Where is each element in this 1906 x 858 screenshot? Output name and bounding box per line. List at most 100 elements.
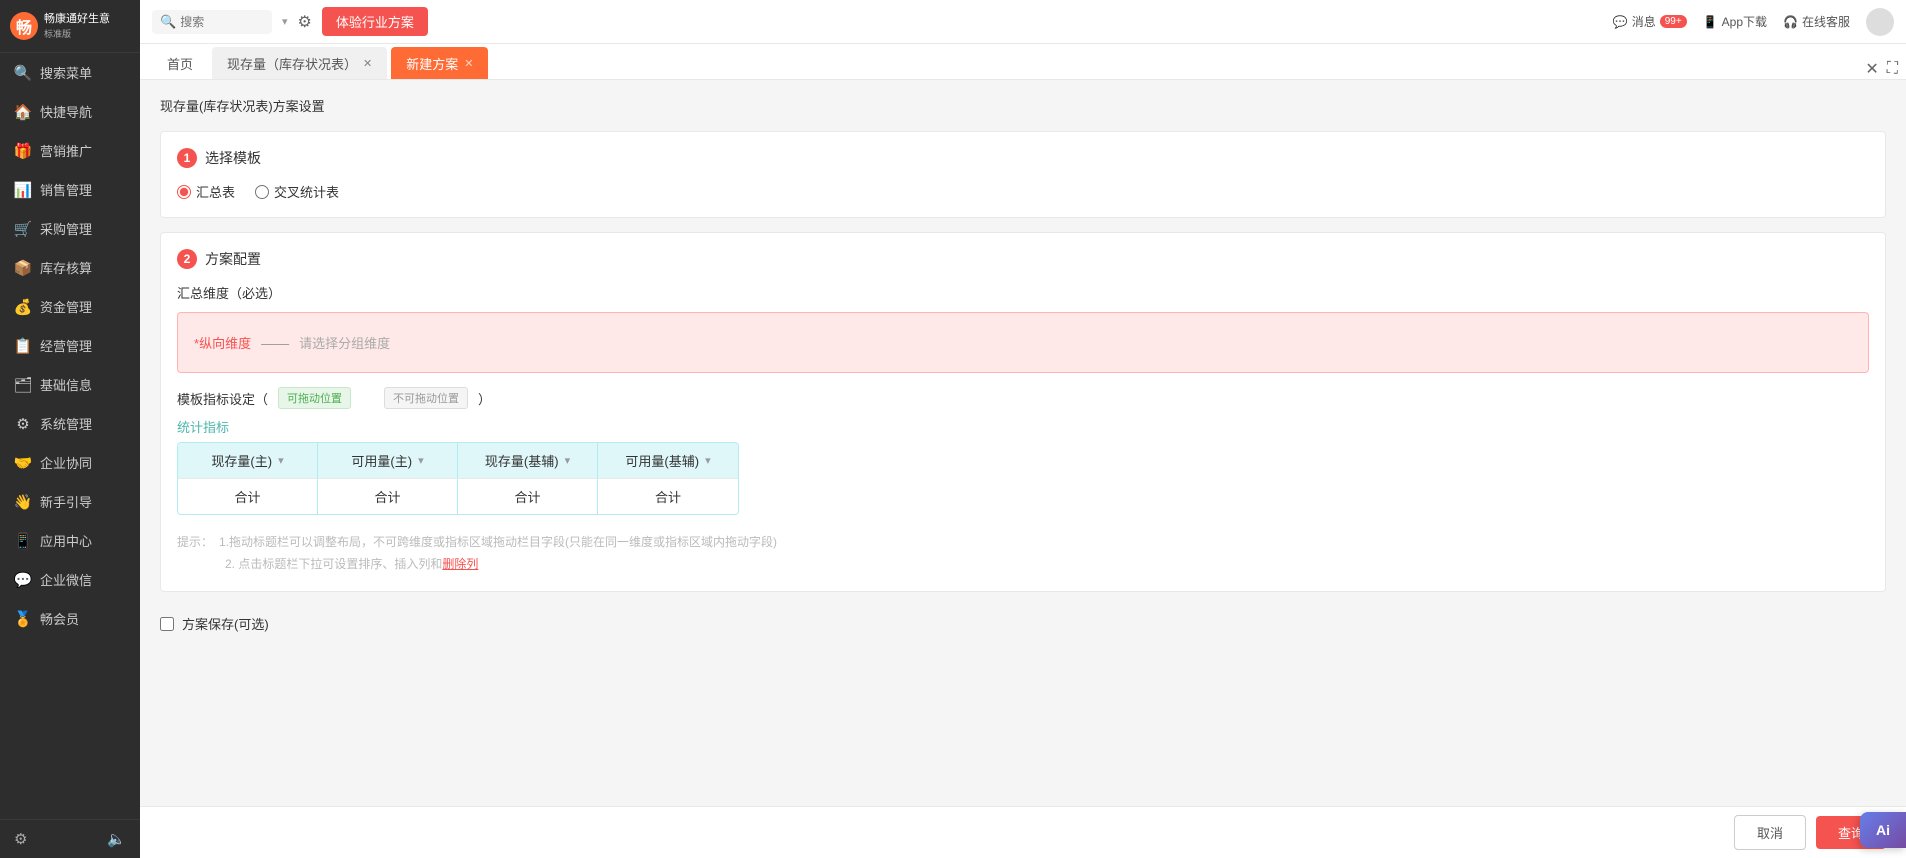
sidebar-item-purchase[interactable]: 🛒 采购管理 xyxy=(0,209,140,248)
tab-close-all-icon[interactable]: ✕ xyxy=(1865,59,1878,79)
app-download-item[interactable]: 📱 App下载 xyxy=(1703,13,1767,30)
cell-available-main-sub: 合计 xyxy=(318,479,458,514)
message-item[interactable]: 💬 消息 99+ xyxy=(1613,13,1687,30)
sidebar-item-label-inventory: 库存核算 xyxy=(40,258,92,277)
tips-section: 提示： 1.拖动标题栏可以调整布局，不可跨维度或指标区域拖动栏目字段(只能在同一… xyxy=(177,532,1869,575)
summary-table-option[interactable]: 汇总表 xyxy=(177,182,235,201)
save-plan-label: 方案保存(可选) xyxy=(182,614,269,633)
topbar: 🔍 ▾ ⚙ 体验行业方案 💬 消息 99+ 📱 App下载 🎧 在线客服 xyxy=(140,0,1906,44)
cell-current-aux-sub: 合计 xyxy=(458,479,598,514)
step1-badge: 1 xyxy=(177,148,197,168)
message-icon: 💬 xyxy=(1613,15,1628,29)
sidebar-item-icon-quick-nav: 🏠 xyxy=(14,103,32,121)
sidebar-item-label-finance: 资金管理 xyxy=(40,297,92,316)
tab-new-plan-close-icon[interactable]: ✕ xyxy=(464,57,473,70)
sidebar-item-quick-nav[interactable]: 🏠 快捷导航 xyxy=(0,92,140,131)
indicator-config: 模板指标设定（ 可拖动位置 不可拖动位置 ） 统计指标 现存量(主) ▾ 可 xyxy=(177,387,1869,575)
sidebar-item-wecom[interactable]: 💬 企业微信 xyxy=(0,560,140,599)
col-available-main-label: 可用量(主) xyxy=(351,451,412,470)
col-available-main[interactable]: 可用量(主) ▾ xyxy=(318,443,458,478)
indicator-config-label: 模板指标设定（ xyxy=(177,389,268,408)
dim-arrow: —— xyxy=(261,335,289,351)
tip-1: 提示： 1.拖动标题栏可以调整布局，不可跨维度或指标区域拖动栏目字段(只能在同一… xyxy=(177,532,1869,554)
sidebar-item-label-sales: 销售管理 xyxy=(40,180,92,199)
sidebar-item-icon-member: 🏅 xyxy=(14,610,32,628)
topbar-right: 💬 消息 99+ 📱 App下载 🎧 在线客服 xyxy=(1613,8,1894,36)
search-chevron-icon[interactable]: ▾ xyxy=(282,15,288,28)
cross-table-radio[interactable] xyxy=(255,185,269,199)
sidebar-item-label-wecom: 企业微信 xyxy=(40,570,92,589)
footer-bar: 取消 查询 xyxy=(140,806,1906,858)
step1-title: 选择模板 xyxy=(205,148,261,168)
sidebar-item-search-menu[interactable]: 🔍 搜索菜单 xyxy=(0,53,140,92)
tab-home-label: 首页 xyxy=(167,54,193,73)
tab-home[interactable]: 首页 xyxy=(152,47,208,79)
sidebar-item-corp[interactable]: 🤝 企业协同 xyxy=(0,443,140,482)
tab-inventory-status[interactable]: 现存量（库存状况表） ✕ xyxy=(212,47,387,79)
cross-table-option[interactable]: 交叉统计表 xyxy=(255,182,339,201)
online-service-item[interactable]: 🎧 在线客服 xyxy=(1783,13,1850,30)
tab-expand-icon[interactable]: ⛶ xyxy=(1887,60,1898,78)
dim-placeholder: 请选择分组维度 xyxy=(299,333,390,352)
col-current-main[interactable]: 现存量(主) ▾ xyxy=(178,443,318,478)
search-input[interactable] xyxy=(180,15,260,29)
col-available-main-chevron-icon[interactable]: ▾ xyxy=(418,454,424,467)
sidebar-item-app-center[interactable]: 📱 应用中心 xyxy=(0,521,140,560)
col-current-main-chevron-icon[interactable]: ▾ xyxy=(278,454,284,467)
delete-col-link[interactable]: 删除列 xyxy=(442,557,478,571)
indicator-config-label2 xyxy=(361,389,374,408)
indicator-close-paren: ） xyxy=(478,389,491,408)
indicator-header: 模板指标设定（ 可拖动位置 不可拖动位置 ） xyxy=(177,387,1869,409)
col-available-aux[interactable]: 可用量(基辅) ▾ xyxy=(598,443,738,478)
topbar-gear-icon[interactable]: ⚙ xyxy=(298,12,312,32)
tab-inventory-close-icon[interactable]: ✕ xyxy=(363,57,372,70)
sidebar-item-icon-wecom: 💬 xyxy=(14,571,32,589)
sidebar-item-system[interactable]: ⚙ 系统管理 xyxy=(0,404,140,443)
sidebar-item-sales[interactable]: 📊 销售管理 xyxy=(0,170,140,209)
search-box[interactable]: 🔍 xyxy=(152,10,272,34)
sidebar-item-icon-purchase: 🛒 xyxy=(14,220,32,238)
sidebar-item-inventory[interactable]: 📦 库存核算 xyxy=(0,248,140,287)
sidebar-scroll: 🔍 搜索菜单 🏠 快捷导航 🎁 营销推广 📊 销售管理 🛒 采购管理 📦 库存核… xyxy=(0,53,140,819)
phone-icon: 📱 xyxy=(1703,15,1718,29)
tip-2: 2. 点击标题栏下拉可设置排序、插入列和删除列 xyxy=(177,554,1869,576)
table-header-row: 现存量(主) ▾ 可用量(主) ▾ 现存量(基辅) ▾ 可用量(基辅) xyxy=(178,443,738,478)
sidebar-item-newbie[interactable]: 👋 新手引导 xyxy=(0,482,140,521)
settings-icon[interactable]: ⚙ xyxy=(14,830,27,848)
summary-dimension-label: 汇总维度（必选） xyxy=(177,283,1869,302)
sidebar-item-label-basic-info: 基础信息 xyxy=(40,375,92,394)
sidebar-item-icon-newbie: 👋 xyxy=(14,493,32,511)
stat-label: 统计指标 xyxy=(177,417,1869,436)
tab-new-plan[interactable]: 新建方案 ✕ xyxy=(391,47,488,79)
summary-table-radio[interactable] xyxy=(177,185,191,199)
sidebar-nav: 🔍 搜索菜单 🏠 快捷导航 🎁 营销推广 📊 销售管理 🛒 采购管理 📦 库存核… xyxy=(0,53,140,638)
sidebar-item-member[interactable]: 🏅 畅会员 xyxy=(0,599,140,638)
sidebar-item-label-app-center: 应用中心 xyxy=(40,531,92,550)
summary-table-label: 汇总表 xyxy=(196,182,235,201)
sidebar-item-icon-basic-info: 🗂 xyxy=(14,376,32,394)
cancel-button[interactable]: 取消 xyxy=(1734,815,1806,850)
ai-float-button[interactable]: Ai xyxy=(1860,812,1906,848)
step1-section: 1 选择模板 汇总表 交叉统计表 xyxy=(160,131,1886,218)
sidebar-item-basic-info[interactable]: 🗂 基础信息 xyxy=(0,365,140,404)
industry-plan-button[interactable]: 体验行业方案 xyxy=(322,7,428,36)
sidebar-item-finance[interactable]: 💰 资金管理 xyxy=(0,287,140,326)
tabs-bar: 首页 现存量（库存状况表） ✕ 新建方案 ✕ ✕ ⛶ xyxy=(140,44,1906,80)
sidebar-item-label-purchase: 采购管理 xyxy=(40,219,92,238)
audio-icon[interactable]: 🔈 xyxy=(107,830,126,848)
cross-table-label: 交叉统计表 xyxy=(274,182,339,201)
sidebar-item-marketing[interactable]: 🎁 营销推广 xyxy=(0,131,140,170)
col-current-aux[interactable]: 现存量(基辅) ▾ xyxy=(458,443,598,478)
headset-icon: 🎧 xyxy=(1783,15,1798,29)
table-body-row: 合计 合计 合计 合计 xyxy=(178,478,738,514)
col-available-aux-chevron-icon[interactable]: ▾ xyxy=(705,454,711,467)
draggable-tag: 可拖动位置 xyxy=(278,387,351,409)
indicator-table: 现存量(主) ▾ 可用量(主) ▾ 现存量(基辅) ▾ 可用量(基辅) xyxy=(177,442,739,515)
sidebar-item-operation[interactable]: 📋 经营管理 xyxy=(0,326,140,365)
col-current-aux-chevron-icon[interactable]: ▾ xyxy=(565,454,571,467)
dimension-box[interactable]: *纵向维度 —— 请选择分组维度 xyxy=(177,312,1869,373)
tab-inventory-label: 现存量（库存状况表） xyxy=(227,54,357,73)
save-plan-checkbox[interactable] xyxy=(160,617,174,631)
sidebar-item-label-search-menu: 搜索菜单 xyxy=(40,63,92,82)
avatar[interactable] xyxy=(1866,8,1894,36)
